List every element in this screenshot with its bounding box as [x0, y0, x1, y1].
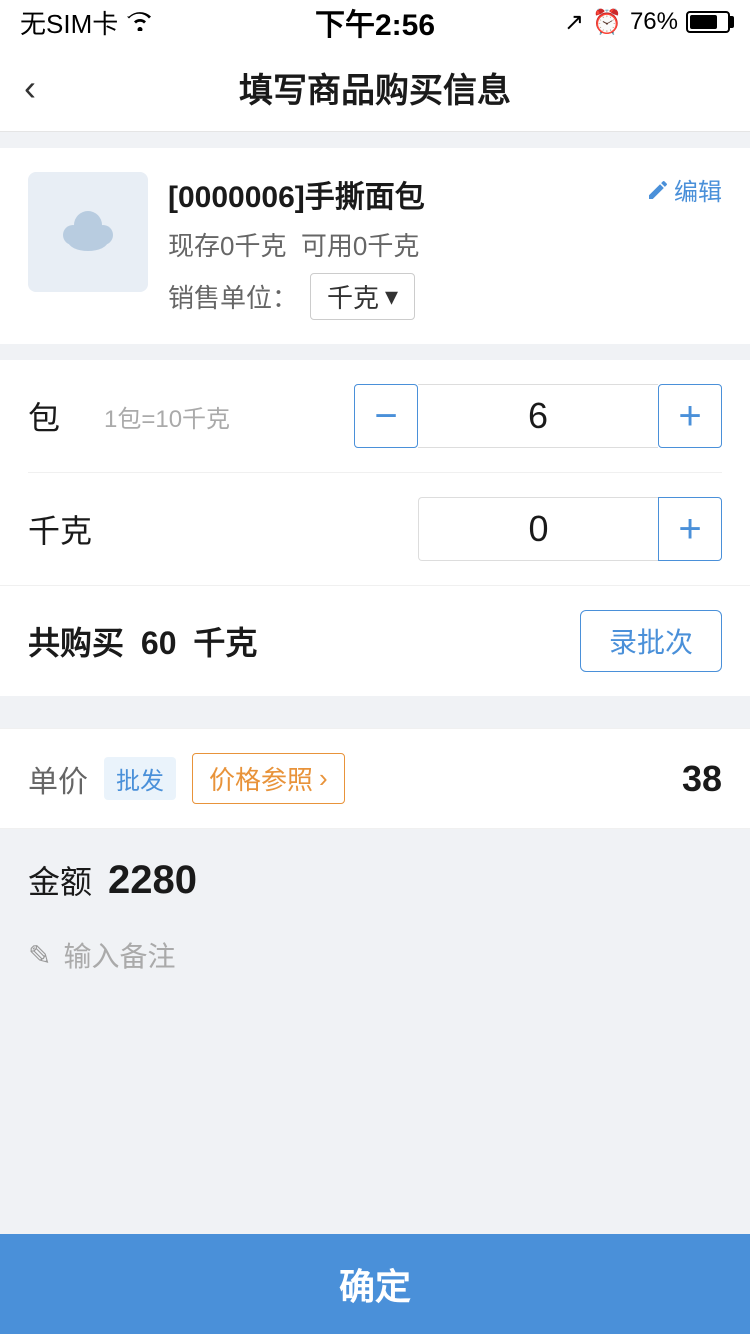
battery-percent: 76% [630, 8, 678, 36]
bag-control: − + [354, 384, 722, 448]
input-section: 包 1包=10千克 − + 千克 + [0, 360, 750, 585]
location-icon: ↗ [564, 8, 584, 37]
kg-input[interactable] [418, 497, 658, 561]
bag-label: 包 [28, 393, 88, 439]
product-info: [0000006]手撕面包 编辑 现存0千克 可用0千克 销售单位： 千克 ▾ [168, 172, 722, 320]
kg-control: + [418, 497, 722, 561]
alarm-icon: ⏰ [592, 8, 622, 37]
time-label: 下午2:56 [315, 0, 435, 44]
price-section: 单价 批发 价格参照 › 38 [0, 728, 750, 829]
product-unit: 销售单位： 千克 ▾ [168, 273, 722, 320]
bag-minus-button[interactable]: − [354, 384, 418, 448]
amount-row: 金额 2280 [28, 857, 722, 919]
content: [0000006]手撕面包 编辑 现存0千克 可用0千克 销售单位： 千克 ▾ [0, 132, 750, 1234]
page-title: 填写商品购买信息 [239, 63, 511, 112]
product-name: [0000006]手撕面包 [168, 172, 425, 216]
nav-bar: ‹ 填写商品购买信息 [0, 44, 750, 132]
bag-plus-button[interactable]: + [658, 384, 722, 448]
price-label: 单价 [28, 757, 88, 801]
amount-section: 金额 2280 ✎ 输入备注 [0, 829, 750, 991]
kg-label: 千克 [28, 506, 92, 552]
divider-1 [0, 344, 750, 360]
note-row[interactable]: ✎ 输入备注 [28, 919, 722, 991]
status-left: 无SIM卡 [20, 4, 154, 41]
carrier-label: 无SIM卡 [20, 4, 118, 41]
kg-plus-button[interactable]: + [658, 497, 722, 561]
note-placeholder: 输入备注 [63, 935, 175, 975]
batch-button[interactable]: 录批次 [580, 610, 722, 672]
bottom-filler [0, 991, 750, 1234]
product-stock: 现存0千克 可用0千克 [168, 226, 722, 263]
battery-icon [686, 11, 730, 33]
divider-2 [0, 696, 750, 712]
back-button[interactable]: ‹ [24, 67, 36, 109]
bag-input-row: 包 1包=10千克 − + [28, 360, 722, 473]
status-bar: 无SIM卡 下午2:56 ↗ ⏰ 76% [0, 0, 750, 44]
price-tag: 批发 [104, 757, 176, 800]
confirm-button[interactable]: 确定 [0, 1234, 750, 1334]
total-row: 共购买 60 千克 录批次 [0, 585, 750, 696]
edit-button[interactable]: 编辑 [646, 172, 722, 207]
price-value: 38 [682, 758, 722, 800]
wifi-icon [126, 7, 154, 38]
product-header: [0000006]手撕面包 编辑 [168, 172, 722, 216]
product-card: [0000006]手撕面包 编辑 现存0千克 可用0千克 销售单位： 千克 ▾ [0, 148, 750, 344]
price-ref-button[interactable]: 价格参照 › [192, 753, 345, 804]
bag-hint: 1包=10千克 [104, 399, 338, 434]
amount-label: 金额 [28, 857, 92, 903]
total-text: 共购买 60 千克 [28, 618, 257, 664]
dropdown-arrow-icon: ▾ [385, 281, 398, 312]
unit-dropdown[interactable]: 千克 ▾ [310, 273, 415, 320]
price-ref-arrow-icon: › [319, 763, 328, 794]
product-image [28, 172, 148, 292]
bag-input[interactable] [418, 384, 658, 448]
status-right: ↗ ⏰ 76% [564, 8, 730, 37]
price-row: 单价 批发 价格参照 › 38 [28, 753, 722, 804]
amount-value: 2280 [108, 858, 197, 903]
pencil-icon: ✎ [28, 939, 51, 972]
kg-input-row: 千克 + [28, 473, 722, 585]
